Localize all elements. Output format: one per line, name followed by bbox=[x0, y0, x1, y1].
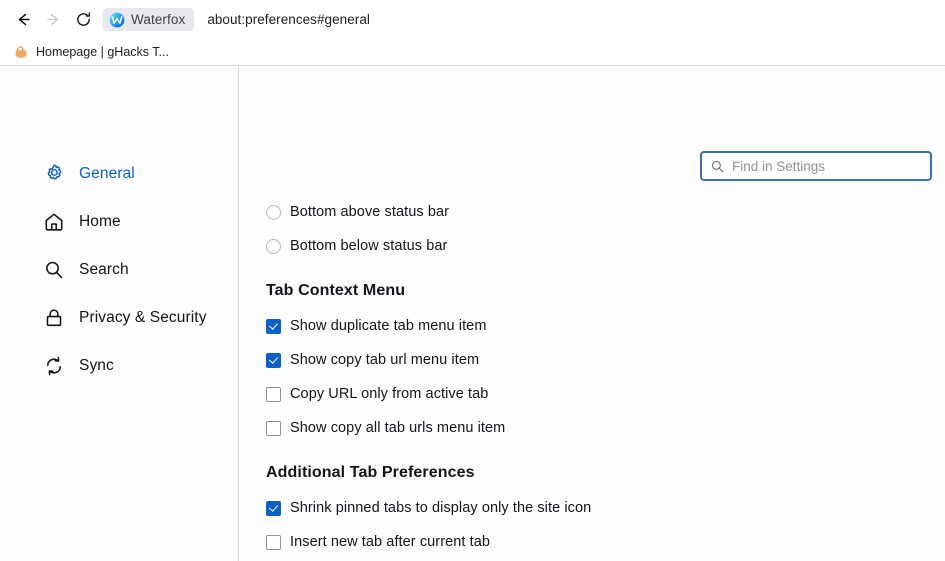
option-label: Copy URL only from active tab bbox=[290, 386, 489, 402]
sidebar-item-label: Home bbox=[79, 213, 121, 230]
option-label: Show copy tab url menu item bbox=[290, 352, 480, 368]
back-arrow-icon bbox=[15, 11, 32, 28]
ghacks-favicon-icon bbox=[13, 44, 29, 60]
sidebar-item-search[interactable]: Search bbox=[0, 246, 238, 294]
checkbox-shrink-pinned-tabs[interactable] bbox=[266, 500, 281, 516]
option-label: Show duplicate tab menu item bbox=[290, 318, 487, 334]
search-icon bbox=[43, 259, 65, 281]
preferences-page: General Home Search Privacy & Security S… bbox=[0, 66, 945, 561]
navigation-toolbar: Waterfox about:preferences#general bbox=[0, 0, 945, 39]
option-row-show-copy-tab-url-menu-item[interactable]: Show copy tab url menu item bbox=[266, 349, 935, 371]
gear-icon bbox=[43, 163, 65, 185]
sidebar-item-label: Search bbox=[79, 261, 129, 278]
radio-bottom-above-status-bar[interactable] bbox=[266, 204, 281, 220]
preferences-sidebar: General Home Search Privacy & Security S… bbox=[0, 66, 239, 561]
find-in-settings-wrap bbox=[700, 151, 932, 181]
sidebar-item-general[interactable]: General bbox=[0, 150, 238, 198]
reload-button[interactable] bbox=[68, 5, 98, 35]
search-input[interactable] bbox=[732, 158, 921, 174]
sync-icon bbox=[43, 355, 65, 377]
sidebar-item-label: General bbox=[79, 165, 135, 182]
checkbox-show-copy-all-tab-urls-menu-item[interactable] bbox=[266, 420, 281, 436]
sidebar-item-sync[interactable]: Sync bbox=[0, 342, 238, 390]
option-row-insert-new-tab-after-current-tab[interactable]: Insert new tab after current tab bbox=[266, 531, 935, 553]
forward-button[interactable] bbox=[38, 5, 68, 35]
search-icon bbox=[711, 160, 724, 173]
radio-bottom-below-status-bar[interactable] bbox=[266, 238, 281, 254]
sidebar-item-home[interactable]: Home bbox=[0, 198, 238, 246]
browser-window: Waterfox about:preferences#general Homep… bbox=[0, 0, 945, 561]
checkbox-show-duplicate-tab-menu-item[interactable] bbox=[266, 318, 281, 334]
sidebar-nav-list: General Home Search Privacy & Security S… bbox=[0, 150, 238, 390]
reload-icon bbox=[75, 11, 92, 28]
lock-icon bbox=[43, 307, 65, 329]
option-label: Shrink pinned tabs to display only the s… bbox=[290, 500, 592, 516]
sidebar-item-label: Sync bbox=[79, 357, 114, 374]
option-row-copy-url-only-from-active-tab[interactable]: Copy URL only from active tab bbox=[266, 383, 935, 405]
address-bar-url[interactable]: about:preferences#general bbox=[207, 12, 370, 27]
option-row-shrink-pinned-tabs[interactable]: Shrink pinned tabs to display only the s… bbox=[266, 497, 935, 519]
section-heading-tab-context-menu: Tab Context Menu bbox=[266, 282, 406, 299]
option-label: Show copy all tab urls menu item bbox=[290, 420, 506, 436]
bookmarks-toolbar: Homepage | gHacks T... bbox=[0, 39, 945, 66]
option-row-show-duplicate-tab-menu-item[interactable]: Show duplicate tab menu item bbox=[266, 315, 935, 337]
checkbox-copy-url-only-from-active-tab[interactable] bbox=[266, 386, 281, 402]
forward-arrow-icon bbox=[45, 11, 62, 28]
site-identity-pill[interactable]: Waterfox bbox=[103, 8, 195, 31]
settings-content: Bottom above status bar Bottom below sta… bbox=[266, 201, 935, 561]
sidebar-item-label: Privacy & Security bbox=[79, 309, 207, 326]
find-in-settings-box[interactable] bbox=[700, 151, 932, 181]
sidebar-item-privacy-security[interactable]: Privacy & Security bbox=[0, 294, 238, 342]
option-label: Bottom above status bar bbox=[290, 204, 450, 220]
section-heading-additional-tab-preferences: Additional Tab Preferences bbox=[266, 464, 475, 481]
back-button[interactable] bbox=[8, 5, 38, 35]
checkbox-insert-new-tab-after-current-tab[interactable] bbox=[266, 534, 281, 550]
option-label: Insert new tab after current tab bbox=[290, 534, 491, 550]
option-row-show-copy-all-tab-urls-menu-item[interactable]: Show copy all tab urls menu item bbox=[266, 417, 935, 439]
checkbox-show-copy-tab-url-menu-item[interactable] bbox=[266, 352, 281, 368]
option-label: Bottom below status bar bbox=[290, 238, 448, 254]
preferences-main: Bottom above status bar Bottom below sta… bbox=[239, 66, 945, 561]
option-row-bottom-above-status-bar[interactable]: Bottom above status bar bbox=[266, 201, 935, 223]
site-identity-label: Waterfox bbox=[131, 12, 186, 27]
option-row-bottom-below-status-bar[interactable]: Bottom below status bar bbox=[266, 235, 935, 257]
bookmark-item-homepage-ghacks[interactable]: Homepage | gHacks T... bbox=[8, 42, 174, 62]
bookmark-label: Homepage | gHacks T... bbox=[36, 45, 169, 59]
home-icon bbox=[43, 211, 65, 233]
waterfox-logo-icon bbox=[109, 12, 125, 28]
